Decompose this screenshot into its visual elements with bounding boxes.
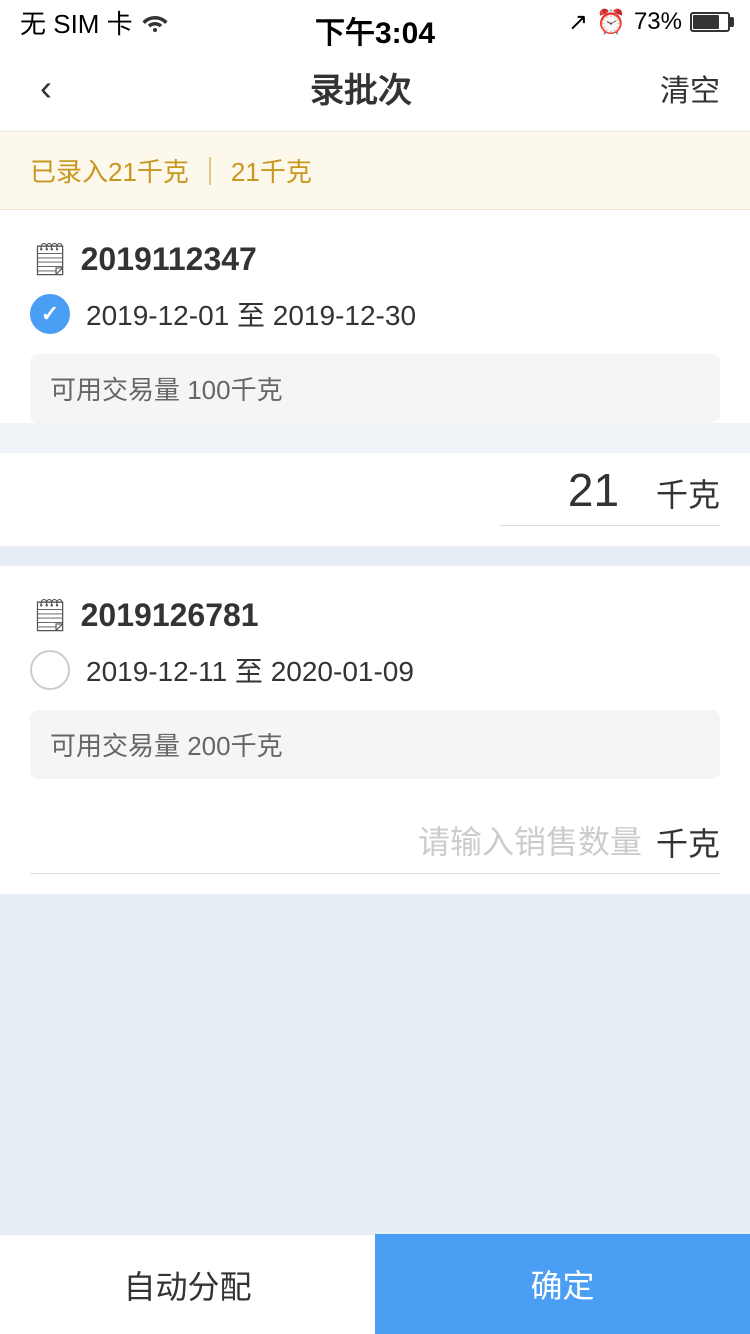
batch2-header: 🗒 2019126781 bbox=[30, 596, 720, 634]
batch2-input-row: 千克 bbox=[30, 819, 720, 865]
info-banner: 已录入21千克 21千克 bbox=[0, 132, 750, 210]
status-bar: 无 SIM 卡 下午3:04 ↗ ⏰ 73% bbox=[0, 0, 750, 44]
batch1-card: 🗒 2019112347 ✓ 2019-12-01 至 2019-12-30 可… bbox=[0, 210, 750, 423]
auto-distribute-button[interactable]: 自动分配 bbox=[0, 1234, 375, 1334]
batch1-quantity-wrapper: 21 千克 bbox=[0, 453, 750, 546]
batch1-header: 🗒 2019112347 bbox=[30, 240, 720, 278]
recorded-value: 21千克 bbox=[231, 152, 312, 189]
batch2-wrapper: 🗒 2019126781 2019-12-11 至 2020-01-09 可用交… bbox=[0, 566, 750, 894]
section-separator bbox=[0, 546, 750, 566]
battery-icon bbox=[690, 12, 730, 32]
batch1-id: 2019112347 bbox=[81, 241, 257, 278]
status-time: 下午3:04 bbox=[315, 8, 435, 52]
battery-percent: 73% bbox=[634, 8, 682, 36]
batch2-input-wrapper: 千克 bbox=[0, 809, 750, 894]
alarm-icon: ⏰ bbox=[596, 8, 626, 37]
batch1-date: 2019-12-01 至 2019-12-30 bbox=[86, 294, 416, 334]
batch1-icon: 🗒 bbox=[30, 240, 71, 278]
nav-bar: ‹ 录批次 清空 bbox=[0, 44, 750, 132]
batch2-icon: 🗒 bbox=[30, 596, 71, 634]
info-divider bbox=[209, 157, 211, 185]
batch2-input-line bbox=[30, 873, 720, 874]
batch1-quantity-space bbox=[633, 477, 642, 514]
bottom-bar: 自动分配 确定 bbox=[0, 1234, 750, 1334]
recorded-label: 已录入21千克 bbox=[30, 152, 189, 189]
batch2-date-row: 2019-12-11 至 2020-01-09 bbox=[30, 650, 720, 690]
confirm-button[interactable]: 确定 bbox=[375, 1234, 750, 1334]
batch1-quantity-value: 21 bbox=[568, 463, 619, 517]
batch1-radio[interactable]: ✓ bbox=[30, 294, 70, 334]
batch1-quantity-line bbox=[500, 525, 720, 526]
batch1-check-icon: ✓ bbox=[41, 301, 59, 327]
batch1-availability: 可用交易量 100千克 bbox=[30, 354, 720, 423]
batch2-id: 2019126781 bbox=[81, 597, 259, 634]
batch1-date-row: ✓ 2019-12-01 至 2019-12-30 bbox=[30, 294, 720, 334]
carrier-text: 无 SIM 卡 bbox=[20, 4, 133, 41]
status-right: ↗ ⏰ 73% bbox=[568, 8, 730, 37]
status-left: 无 SIM 卡 bbox=[20, 4, 169, 41]
location-icon: ↗ bbox=[568, 8, 588, 37]
batch2-quantity-input[interactable] bbox=[30, 824, 642, 861]
back-button[interactable]: ‹ bbox=[30, 57, 62, 119]
batch2-input-unit: 千克 bbox=[656, 819, 720, 865]
wifi-icon bbox=[141, 12, 169, 32]
batch2-card: 🗒 2019126781 2019-12-11 至 2020-01-09 可用交… bbox=[0, 566, 750, 779]
clear-button[interactable]: 清空 bbox=[660, 66, 720, 110]
batch1-quantity-row: 21 千克 bbox=[568, 463, 720, 517]
batch1-quantity-unit: 千克 bbox=[656, 470, 720, 516]
batch2-radio[interactable] bbox=[30, 650, 70, 690]
batch2-availability: 可用交易量 200千克 bbox=[30, 710, 720, 779]
page-title: 录批次 bbox=[310, 63, 412, 112]
batch2-date: 2019-12-11 至 2020-01-09 bbox=[86, 650, 414, 690]
